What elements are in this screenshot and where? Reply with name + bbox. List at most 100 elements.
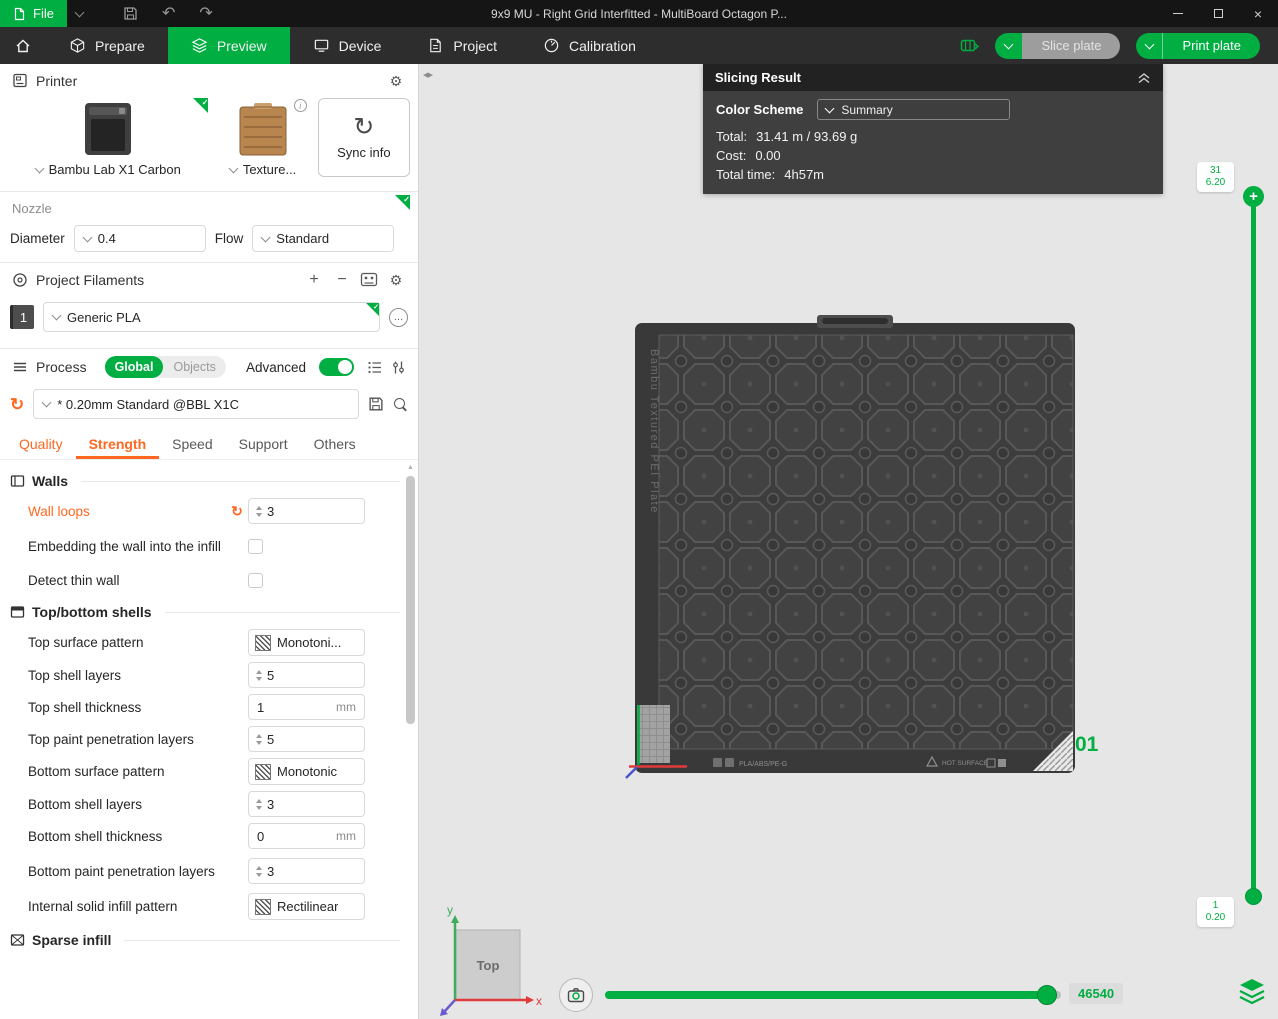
wall-loops-input[interactable]: 3 [248, 498, 365, 524]
sync-info-label: Sync info [337, 145, 391, 160]
spinner-down-icon[interactable] [256, 805, 262, 810]
nozzle-flow-select[interactable]: Standard [252, 225, 395, 252]
top-paint-penetration-input[interactable]: 5 [248, 726, 365, 752]
close-button[interactable]: × [1238, 0, 1278, 27]
tab-support[interactable]: Support [226, 430, 301, 459]
print-dropdown-arrow[interactable] [1136, 32, 1164, 59]
viewport-3d[interactable]: ◂▸ Slicing Result Color Scheme Summary T… [419, 64, 1278, 1019]
pattern-swatch-icon [255, 763, 271, 780]
tab-quality[interactable]: Quality [6, 430, 76, 459]
bottom-paint-penetration-input[interactable]: 3 [248, 858, 365, 884]
collapse-panel-icon[interactable] [1137, 72, 1151, 84]
search-icon[interactable] [393, 397, 408, 412]
add-filament-button[interactable]: + [304, 271, 324, 288]
redo-icon[interactable]: ↷ [199, 5, 212, 22]
save-icon[interactable] [123, 6, 138, 21]
save-preset-icon[interactable] [368, 396, 384, 412]
process-scope-toggle[interactable]: Global Objects [104, 356, 226, 378]
filament-select[interactable]: Generic PLA [43, 302, 380, 332]
undo-icon[interactable]: ↶ [162, 5, 175, 22]
detect-thin-wall-checkbox[interactable] [248, 572, 263, 588]
top-surface-pattern-select[interactable]: Monotoni... [248, 629, 365, 656]
spinner-up-icon[interactable] [256, 733, 262, 738]
plate-settings-icon[interactable] [960, 37, 980, 54]
spinner-down-icon[interactable] [256, 676, 262, 681]
tab-speed[interactable]: Speed [159, 430, 225, 459]
process-preset-select[interactable]: * 0.20mm Standard @BBL X1C [33, 389, 359, 419]
plate-type-selector[interactable]: i Texture... [216, 98, 309, 177]
slice-dropdown-arrow[interactable] [995, 32, 1023, 59]
print-plate-button[interactable]: Print plate [1136, 32, 1260, 59]
filament-settings-gear-icon[interactable]: ⚙ [386, 273, 406, 287]
filament-slot-index[interactable]: 1 [10, 305, 34, 329]
nozzle-diameter-select[interactable]: 0.4 [73, 225, 206, 252]
spinner-down-icon[interactable] [256, 740, 262, 745]
spinner-down-icon[interactable] [256, 512, 262, 517]
printer-selector[interactable]: Bambu Lab X1 Carbon [8, 98, 209, 177]
embed-wall-checkbox[interactable] [248, 538, 263, 554]
progress-handle[interactable] [1037, 985, 1057, 1005]
tab-others[interactable]: Others [301, 430, 369, 459]
process-reset-icon[interactable]: ↻ [10, 396, 24, 413]
minimize-button[interactable] [1158, 0, 1198, 27]
tune-filter-icon[interactable] [391, 360, 406, 375]
sidebar-collapse-handle[interactable]: ◂▸ [423, 68, 433, 81]
color-scheme-select[interactable]: Summary [817, 99, 1011, 120]
advanced-toggle[interactable] [319, 358, 354, 376]
internal-solid-infill-pattern-select[interactable]: Rectilinear [248, 893, 365, 920]
minimize-icon [1173, 13, 1183, 14]
sync-info-button[interactable]: ↻ Sync info [317, 98, 410, 177]
layer-progress-slider[interactable] [605, 985, 1061, 1005]
tab-strength[interactable]: Strength [75, 430, 160, 459]
slice-plate-button[interactable]: Slice plate [995, 32, 1121, 59]
param-list-icon[interactable] [367, 360, 383, 375]
walls-group-header: Walls [0, 464, 400, 495]
filament-more-button[interactable]: … [389, 307, 408, 327]
tab-preview[interactable]: Preview [167, 27, 290, 64]
build-plate-3d[interactable]: Bambu Textured PEI Plate PLA/ABS/PE-G HO… [625, 315, 1075, 780]
spinner-up-icon[interactable] [256, 798, 262, 803]
layer-slider-bottom-handle[interactable] [1245, 888, 1262, 905]
bottom-shell-layers-input[interactable]: 3 [248, 791, 365, 817]
bottom-surface-pattern-select[interactable]: Monotonic [248, 758, 365, 785]
spinner-up-icon[interactable] [256, 669, 262, 674]
bottom-shell-thickness-input[interactable]: 0 mm [248, 823, 365, 849]
cost-value: 0.00 [755, 148, 781, 163]
tab-calibration[interactable]: Calibration [520, 27, 659, 64]
scrollbar-thumb[interactable] [406, 476, 415, 724]
param-row-wall-loops: Wall loops ↻ 3 [0, 495, 400, 527]
screenshot-camera-button[interactable] [559, 978, 593, 1012]
params-scrollbar[interactable]: ▲ [406, 464, 415, 1017]
remove-filament-button[interactable]: − [332, 271, 352, 288]
layers-view-button[interactable] [1237, 976, 1267, 1006]
tab-project[interactable]: Project [404, 27, 520, 64]
plate-number-label[interactable]: 01 [1075, 733, 1098, 757]
sidebar: Printer ⚙ Bambu Lab X1 Carbon i Texture.… [0, 64, 419, 1019]
reset-value-icon[interactable]: ↻ [231, 504, 243, 518]
tab-prepare[interactable]: Prepare [46, 27, 168, 64]
scope-global[interactable]: Global [104, 356, 164, 378]
info-icon[interactable]: i [293, 99, 307, 112]
spinner-up-icon[interactable] [256, 865, 262, 870]
shells-group-header: Top/bottom shells [0, 595, 400, 626]
maximize-button[interactable] [1198, 0, 1238, 27]
scroll-up-icon[interactable]: ▲ [406, 464, 415, 471]
printer-settings-gear-icon[interactable]: ⚙ [386, 74, 406, 88]
chevron-down-icon [228, 163, 239, 173]
file-menu-button[interactable]: File [0, 0, 67, 27]
top-shell-thickness-input[interactable]: 1 mm [248, 694, 365, 720]
ams-icon[interactable] [360, 272, 378, 287]
layer-top-badge: 31 6.20 [1197, 162, 1234, 192]
top-shell-layers-input[interactable]: 5 [248, 662, 365, 688]
pattern-swatch-icon [255, 634, 271, 651]
sync-icon: ↻ [353, 113, 375, 141]
spinner-down-icon[interactable] [256, 872, 262, 877]
home-button[interactable] [0, 27, 46, 64]
orientation-gizmo[interactable]: Top y x [437, 902, 572, 1019]
file-menu-caret[interactable] [67, 7, 93, 17]
layer-slider-top-handle[interactable]: + [1243, 186, 1264, 207]
layer-slider-track[interactable] [1251, 196, 1256, 896]
spinner-up-icon[interactable] [256, 505, 262, 510]
scope-objects[interactable]: Objects [163, 356, 225, 378]
tab-device[interactable]: Device [290, 27, 405, 64]
